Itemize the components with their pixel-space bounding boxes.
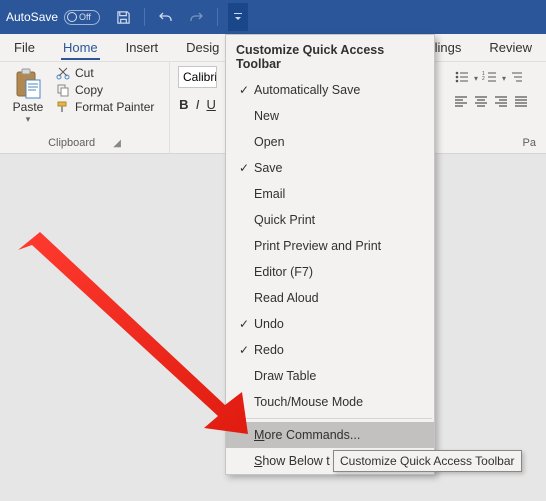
format-painter-button[interactable]: Format Painter (56, 100, 154, 114)
menu-item-label: Quick Print (254, 213, 315, 227)
undo-icon[interactable] (155, 6, 177, 28)
menu-item[interactable]: ✓Undo (226, 311, 434, 337)
group-font: Calibri (B B I U (170, 62, 226, 153)
menu-item-label: Print Preview and Print (254, 239, 381, 253)
customize-qat-menu: Customize Quick Access Toolbar ✓Automati… (225, 34, 435, 475)
tab-insert[interactable]: Insert (112, 34, 173, 61)
redo-icon[interactable] (185, 6, 207, 28)
tab-label: Review (489, 40, 532, 55)
menu-item[interactable]: Editor (F7) (226, 259, 434, 285)
align-center-icon[interactable] (474, 94, 490, 110)
dialog-launcher-icon[interactable]: ◢ (113, 138, 121, 149)
menu-item-label: Open (254, 135, 285, 149)
justify-icon[interactable] (514, 94, 530, 110)
menu-item[interactable]: Quick Print (226, 207, 434, 233)
menu-item[interactable]: Read Aloud (226, 285, 434, 311)
cut-icon (56, 66, 70, 80)
autosave-toggle[interactable]: Off (64, 10, 100, 25)
menu-item[interactable]: Touch/Mouse Mode (226, 389, 434, 415)
tab-label: Home (63, 40, 98, 55)
menu-item[interactable]: ✓Save (226, 155, 434, 181)
menu-item[interactable]: Print Preview and Print (226, 233, 434, 259)
toggle-knob-icon (67, 12, 77, 22)
save-icon[interactable] (112, 6, 134, 28)
font-name-value: Calibri (B (183, 70, 217, 84)
autosave-control[interactable]: AutoSave Off (6, 10, 100, 25)
cut-button[interactable]: Cut (56, 66, 154, 80)
qat-separator (217, 8, 218, 26)
tab-label: File (14, 40, 35, 55)
menu-item[interactable]: Open (226, 129, 434, 155)
menu-item-label: Automatically Save (254, 83, 360, 97)
align-left-icon[interactable] (454, 94, 470, 110)
tab-home[interactable]: Home (49, 34, 112, 61)
customize-qat-dropdown[interactable] (228, 3, 248, 31)
menu-item[interactable]: ✓Automatically Save (226, 77, 434, 103)
menu-item-label: Email (254, 187, 285, 201)
check-icon: ✓ (234, 83, 254, 97)
copy-icon (56, 83, 70, 97)
tab-label: Desig (186, 40, 219, 55)
bullets-icon[interactable] (454, 70, 470, 86)
check-icon: ✓ (234, 343, 254, 357)
menu-item-label: Redo (254, 343, 284, 357)
menu-item[interactable]: ✓Redo (226, 337, 434, 363)
copy-button[interactable]: Copy (56, 83, 154, 97)
menu-separator (228, 418, 432, 419)
menu-item-label: Draw Table (254, 369, 316, 383)
menu-title: Customize Quick Access Toolbar (226, 35, 434, 77)
paste-icon (14, 68, 42, 100)
menu-item-label: Save (254, 161, 283, 175)
font-name-select[interactable]: Calibri (B (178, 66, 217, 88)
menu-item-label: Editor (F7) (254, 265, 313, 279)
copy-label: Copy (75, 83, 103, 97)
quick-access-toolbar (112, 3, 248, 31)
format-painter-icon (56, 100, 70, 114)
paste-label: Paste (13, 100, 44, 114)
tab-review[interactable]: Review (475, 34, 546, 61)
autosave-label: AutoSave (6, 10, 58, 24)
check-icon: ✓ (234, 317, 254, 331)
title-bar: AutoSave Off (0, 0, 546, 34)
tooltip-text: Customize Quick Access Toolbar (340, 454, 515, 468)
cut-label: Cut (75, 66, 94, 80)
chevron-down-icon[interactable]: ▾ (26, 114, 31, 125)
italic-button[interactable]: I (192, 94, 204, 114)
svg-text:2: 2 (482, 76, 485, 82)
tab-file[interactable]: File (0, 34, 49, 61)
group-label-clipboard: Clipboard (48, 137, 95, 149)
menu-item[interactable]: Email (226, 181, 434, 207)
group-label-paragraph: Pa (523, 137, 536, 149)
menu-item[interactable]: New (226, 103, 434, 129)
group-paragraph: ▾ 12 ▾ Pa (446, 62, 546, 153)
menu-item-label: Show Below t (254, 454, 330, 468)
tooltip: Customize Quick Access Toolbar (333, 450, 522, 472)
align-right-icon[interactable] (494, 94, 510, 110)
menu-item[interactable]: Draw Table (226, 363, 434, 389)
group-clipboard: Paste ▾ Cut Copy Format Painter Clipbo (0, 62, 170, 153)
paste-button[interactable]: Paste ▾ (8, 66, 48, 125)
bold-button[interactable]: B (178, 94, 190, 114)
menu-item-label: Touch/Mouse Mode (254, 395, 363, 409)
menu-item-label: Read Aloud (254, 291, 319, 305)
underline-button[interactable]: U (205, 94, 217, 114)
tab-label: Insert (126, 40, 159, 55)
menu-item-more-commands[interactable]: More Commands... (226, 422, 434, 448)
numbering-icon[interactable]: 12 (482, 70, 498, 86)
multilevel-list-icon[interactable] (510, 70, 526, 86)
autosave-state: Off (79, 12, 91, 22)
format-painter-label: Format Painter (75, 100, 154, 114)
menu-item-label: New (254, 109, 279, 123)
menu-item-label: More Commands... (254, 428, 360, 442)
qat-separator (144, 8, 145, 26)
check-icon: ✓ (234, 161, 254, 175)
menu-item-label: Undo (254, 317, 284, 331)
